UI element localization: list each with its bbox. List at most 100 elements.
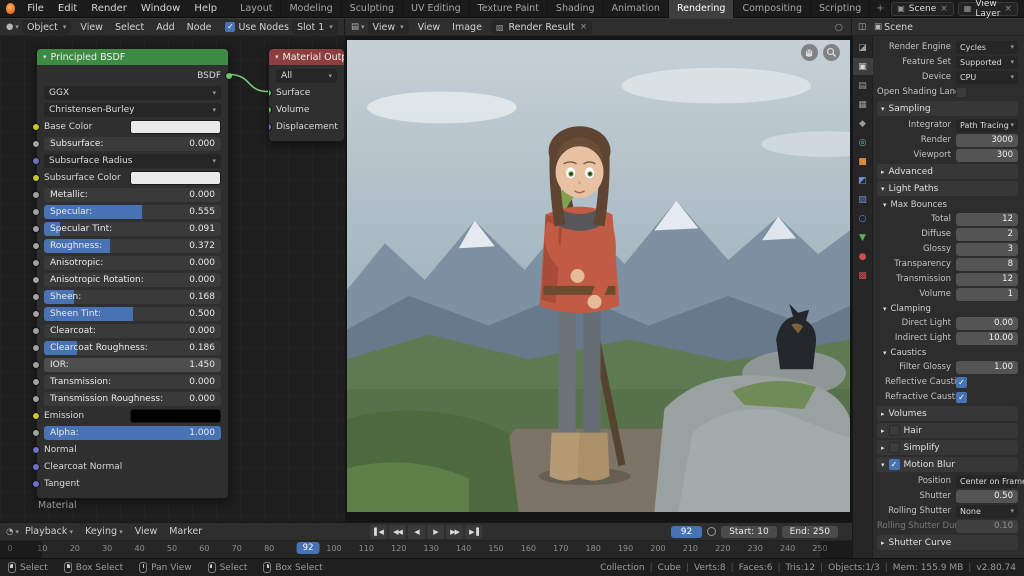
shader-menu-view[interactable]: View bbox=[74, 22, 109, 33]
properties-tab-scene[interactable]: ◆ bbox=[853, 115, 873, 132]
timeline-menu-marker[interactable]: Marker bbox=[163, 526, 208, 537]
panel-caustics[interactable]: ▾Caustics bbox=[883, 346, 1018, 359]
slider-clearcoat-roughness[interactable]: Clearcoat Roughness:0.186 bbox=[44, 341, 221, 355]
field-rolling-shutter-dur[interactable]: 0.10 bbox=[956, 520, 1018, 533]
shader-menu-add[interactable]: Add bbox=[150, 22, 180, 33]
play-button[interactable]: ▶ bbox=[427, 525, 444, 539]
color-swatch-subsurface-color[interactable] bbox=[130, 171, 221, 185]
socket-sheen[interactable] bbox=[32, 293, 40, 301]
socket-surface[interactable] bbox=[268, 89, 272, 97]
properties-tab-tool[interactable]: ◪ bbox=[853, 39, 873, 56]
panel-shutter-curve[interactable]: ▸Shutter Curve bbox=[877, 535, 1018, 550]
shader-editor-type-icon[interactable]: ● bbox=[6, 22, 13, 32]
panel-checkbox-motion-blur[interactable]: ✓ bbox=[889, 459, 900, 470]
dropdown-christensen-burley[interactable]: Christensen-Burley▾ bbox=[44, 103, 221, 117]
menu-file[interactable]: File bbox=[20, 2, 51, 15]
socket-subsurface-color[interactable] bbox=[32, 174, 40, 182]
properties-tab-object[interactable]: ■ bbox=[853, 153, 873, 170]
field-transmission[interactable]: 12 bbox=[956, 273, 1018, 286]
unlink-scene-icon[interactable]: × bbox=[940, 4, 948, 14]
panel-max-bounces[interactable]: ▾Max Bounces bbox=[883, 198, 1018, 211]
slider-sheen-tint[interactable]: Sheen Tint:0.500 bbox=[44, 307, 221, 321]
socket-transmission-roughness[interactable] bbox=[32, 395, 40, 403]
workspace-tab-scripting[interactable]: Scripting bbox=[811, 0, 870, 18]
slider-anisotropic-rotation[interactable]: Anisotropic Rotation:0.000 bbox=[44, 273, 221, 287]
image-menu-image[interactable]: Image bbox=[446, 22, 488, 33]
properties-tab-material[interactable]: ● bbox=[853, 248, 873, 265]
timeline-menu-playback[interactable]: Playback ▾ bbox=[19, 526, 79, 537]
socket-ior[interactable] bbox=[32, 361, 40, 369]
socket-alpha[interactable] bbox=[32, 429, 40, 437]
socket-subsurface[interactable] bbox=[32, 140, 40, 148]
checkbox-reflective-caustics[interactable]: ✓ bbox=[956, 377, 967, 388]
field-indirect-light[interactable]: 10.00 bbox=[956, 332, 1018, 345]
collapse-icon[interactable]: ▾ bbox=[275, 53, 279, 61]
dropdown-device[interactable]: CPU▾ bbox=[956, 71, 1018, 84]
image-editor-type-icon[interactable]: ▤ bbox=[351, 22, 359, 32]
color-swatch-emission[interactable] bbox=[130, 409, 221, 423]
slider-specular-tint[interactable]: Specular Tint:0.091 bbox=[44, 222, 221, 236]
view-layer-selector[interactable]: ▦ View Layer × bbox=[958, 2, 1018, 16]
workspace-tab-layout[interactable]: Layout bbox=[232, 0, 281, 18]
panel-advanced[interactable]: ▸Advanced bbox=[877, 164, 1018, 179]
use-nodes-checkbox[interactable]: ✓ bbox=[225, 22, 235, 32]
jump-to-start-button[interactable]: ▌◀ bbox=[370, 525, 387, 539]
properties-tab-view-layer[interactable]: ▦ bbox=[853, 96, 873, 113]
panel-sampling[interactable]: ▾Sampling bbox=[877, 101, 1018, 116]
menu-render[interactable]: Render bbox=[84, 2, 134, 15]
workspace-tab-compositing[interactable]: Compositing bbox=[734, 0, 811, 18]
dropdown-render-engine[interactable]: Cycles▾ bbox=[956, 41, 1018, 54]
jump-next-keyframe-button[interactable]: ▶▶ bbox=[446, 525, 463, 539]
image-editor[interactable] bbox=[345, 36, 852, 522]
dropdown-position[interactable]: Center on Frame▾ bbox=[956, 475, 1018, 488]
properties-tab-particles[interactable]: ▨ bbox=[853, 191, 873, 208]
properties-tab-render[interactable]: ▣ bbox=[853, 58, 873, 75]
panel-light-paths[interactable]: ▾Light Paths bbox=[877, 181, 1018, 196]
dropdown-all[interactable]: All▾ bbox=[276, 69, 337, 83]
socket-tangent[interactable] bbox=[32, 480, 40, 488]
socket-sheen-tint[interactable] bbox=[32, 310, 40, 318]
properties-editor-type-icon[interactable]: ◫ bbox=[858, 22, 866, 32]
pan-gizmo[interactable] bbox=[801, 44, 818, 61]
properties-tab-texture[interactable]: ▩ bbox=[853, 267, 873, 284]
slider-ior[interactable]: IOR:1.450 bbox=[44, 358, 221, 372]
slider-roughness[interactable]: Roughness:0.372 bbox=[44, 239, 221, 253]
workspace-tab-modeling[interactable]: Modeling bbox=[281, 0, 341, 18]
field-render[interactable]: 3000 bbox=[956, 134, 1018, 147]
node-header[interactable]: ▾ Principled BSDF bbox=[37, 49, 228, 65]
slider-transmission[interactable]: Transmission:0.000 bbox=[44, 375, 221, 389]
color-swatch-base-color[interactable] bbox=[130, 120, 221, 134]
slider-subsurface[interactable]: Subsurface:0.000 bbox=[44, 137, 221, 151]
field-volume[interactable]: 1 bbox=[956, 288, 1018, 301]
workspace-tab-sculpting[interactable]: Sculpting bbox=[342, 0, 403, 18]
dropdown-ggx[interactable]: GGX▾ bbox=[44, 86, 221, 100]
socket-bsdf[interactable] bbox=[225, 72, 233, 80]
field-shutter[interactable]: 0.50 bbox=[956, 490, 1018, 503]
shader-menu-select[interactable]: Select bbox=[109, 22, 150, 33]
panel-checkbox-simplify[interactable] bbox=[889, 442, 900, 453]
auto-keying-toggle[interactable] bbox=[707, 527, 716, 536]
principled-bsdf-node[interactable]: ▾ Principled BSDF BSDFGGX▾Christensen-Bu… bbox=[36, 48, 229, 499]
shader-mode-dropdown[interactable]: Object▾ bbox=[22, 20, 71, 34]
panel-motion-blur[interactable]: ▾✓Motion Blur bbox=[877, 457, 1018, 472]
collapse-icon[interactable]: ▾ bbox=[43, 53, 47, 61]
socket-specular[interactable] bbox=[32, 208, 40, 216]
field-glossy[interactable]: 3 bbox=[956, 243, 1018, 256]
dropdown-subsurface-radius[interactable]: Subsurface Radius▾ bbox=[44, 154, 221, 168]
field-diffuse[interactable]: 2 bbox=[956, 228, 1018, 241]
workspace-tab-rendering[interactable]: Rendering bbox=[669, 0, 735, 18]
dropdown-integrator[interactable]: Path Tracing▾ bbox=[956, 119, 1018, 132]
shader-menu-node[interactable]: Node bbox=[181, 22, 218, 33]
pin-icon[interactable]: ○ bbox=[835, 22, 843, 33]
image-menu-view[interactable]: View bbox=[412, 22, 447, 33]
socket-clearcoat-normal[interactable] bbox=[32, 463, 40, 471]
field-total[interactable]: 12 bbox=[956, 213, 1018, 226]
panel-volumes[interactable]: ▸Volumes bbox=[877, 406, 1018, 421]
panel-checkbox-hair[interactable] bbox=[889, 425, 900, 436]
slider-sheen[interactable]: Sheen:0.168 bbox=[44, 290, 221, 304]
menu-edit[interactable]: Edit bbox=[51, 2, 84, 15]
socket-metallic[interactable] bbox=[32, 191, 40, 199]
timeline-menu-keying[interactable]: Keying ▾ bbox=[79, 526, 129, 537]
image-datablock-selector[interactable]: ▨ Render Result × bbox=[491, 20, 592, 34]
panel-hair[interactable]: ▸Hair bbox=[877, 423, 1018, 438]
